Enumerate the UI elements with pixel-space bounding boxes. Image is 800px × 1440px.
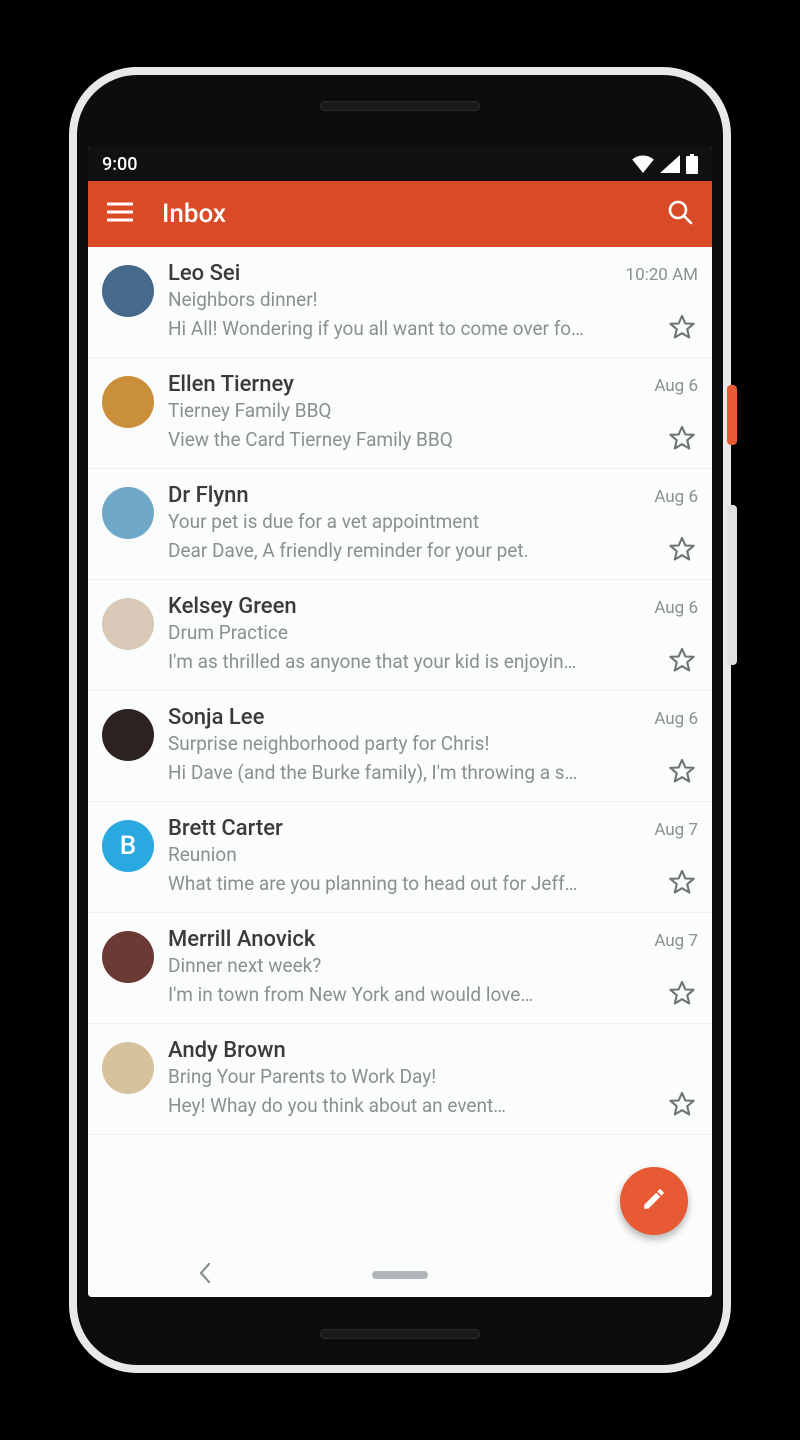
email-body: Brett Carter Aug 7 Reunion What time are yo… xyxy=(168,816,698,898)
star-outline-icon xyxy=(668,326,696,345)
email-sender: Sonja Lee xyxy=(168,705,644,730)
email-time: 10:20 AM xyxy=(626,265,698,285)
email-subject: Reunion xyxy=(168,843,698,866)
email-time: Aug 6 xyxy=(654,487,698,507)
avatar xyxy=(102,265,154,317)
avatar xyxy=(102,487,154,539)
hamburger-icon xyxy=(107,202,133,226)
email-body: Andy BrownBring Your Parents to Work Day… xyxy=(168,1038,698,1120)
email-body: Kelsey Green Aug 6 Drum Practice I'm as thr… xyxy=(168,594,698,676)
system-nav-bar xyxy=(88,1253,712,1297)
wifi-icon xyxy=(632,155,654,173)
star-button[interactable] xyxy=(668,535,698,565)
email-body: Dr Flynn Aug 6 Your pet is due for a vet a… xyxy=(168,483,698,565)
email-item[interactable]: Sonja Lee Aug 6 Surprise neighborhood part… xyxy=(88,691,712,802)
screen: 9:00 xyxy=(88,147,712,1297)
email-item[interactable]: B Brett Carter Aug 7 Reunion What time are y… xyxy=(88,802,712,913)
email-subject: Bring Your Parents to Work Day! xyxy=(168,1065,698,1088)
battery-icon xyxy=(686,154,698,174)
star-outline-icon xyxy=(668,770,696,789)
email-subject: Neighbors dinner! xyxy=(168,288,698,311)
email-item[interactable]: Kelsey Green Aug 6 Drum Practice I'm as thr… xyxy=(88,580,712,691)
avatar xyxy=(102,1042,154,1094)
email-subject: Surprise neighborhood party for Chris! xyxy=(168,732,698,755)
star-button[interactable] xyxy=(668,868,698,898)
app-bar-title: Inbox xyxy=(162,199,638,229)
email-snippet: Hi Dave (and the Burke family), I'm thro… xyxy=(168,761,660,784)
phone-power-button xyxy=(727,385,737,445)
star-button[interactable] xyxy=(668,1090,698,1120)
email-item[interactable]: Ellen Tierney Aug 6 Tierney Family BBQ View… xyxy=(88,358,712,469)
star-button[interactable] xyxy=(668,646,698,676)
search-icon xyxy=(667,199,693,229)
star-outline-icon xyxy=(668,1103,696,1122)
email-snippet: View the Card Tierney Family BBQ xyxy=(168,428,660,451)
email-subject: Dinner next week? xyxy=(168,954,698,977)
phone-frame: 9:00 xyxy=(69,67,731,1373)
email-snippet: I'm as thrilled as anyone that your kid … xyxy=(168,650,660,673)
star-outline-icon xyxy=(668,881,696,900)
menu-button[interactable] xyxy=(106,200,134,228)
email-sender: Brett Carter xyxy=(168,816,644,841)
phone-speaker-bottom xyxy=(320,1329,480,1339)
compose-button[interactable] xyxy=(620,1167,688,1235)
chevron-left-icon xyxy=(198,1269,212,1288)
email-snippet: Hey! Whay do you think about an event… xyxy=(168,1094,660,1117)
star-button[interactable] xyxy=(668,313,698,343)
phone-volume-button xyxy=(727,505,737,665)
email-snippet: Hi All! Wondering if you all want to com… xyxy=(168,317,660,340)
email-time: Aug 7 xyxy=(654,931,698,951)
star-outline-icon xyxy=(668,548,696,567)
star-button[interactable] xyxy=(668,757,698,787)
email-item[interactable]: Merrill Anovick Aug 7 Dinner next week? I'm… xyxy=(88,913,712,1024)
status-bar: 9:00 xyxy=(88,147,712,181)
email-subject: Your pet is due for a vet appointment xyxy=(168,510,698,533)
email-item[interactable]: Dr Flynn Aug 6 Your pet is due for a vet a… xyxy=(88,469,712,580)
app-bar: Inbox xyxy=(88,181,712,247)
email-body: Merrill Anovick Aug 7 Dinner next week? I'm… xyxy=(168,927,698,1009)
email-item[interactable]: Andy BrownBring Your Parents to Work Day… xyxy=(88,1024,712,1135)
avatar xyxy=(102,598,154,650)
email-subject: Tierney Family BBQ xyxy=(168,399,698,422)
email-subject: Drum Practice xyxy=(168,621,698,644)
email-time: Aug 6 xyxy=(654,598,698,618)
avatar xyxy=(102,709,154,761)
email-body: Sonja Lee Aug 6 Surprise neighborhood part… xyxy=(168,705,698,787)
email-body: Leo Sei 10:20 AM Neighbors dinner! Hi All! … xyxy=(168,261,698,343)
email-snippet: I'm in town from New York and would love… xyxy=(168,983,660,1006)
star-outline-icon xyxy=(668,437,696,456)
phone-speaker-top xyxy=(320,101,480,111)
email-sender: Dr Flynn xyxy=(168,483,644,508)
email-list[interactable]: Leo Sei 10:20 AM Neighbors dinner! Hi All! … xyxy=(88,247,712,1253)
status-icons xyxy=(632,154,698,174)
home-button[interactable] xyxy=(372,1271,428,1279)
email-sender: Andy Brown xyxy=(168,1038,688,1063)
email-sender: Leo Sei xyxy=(168,261,616,286)
email-time: Aug 6 xyxy=(654,709,698,729)
avatar: B xyxy=(102,820,154,872)
status-time: 9:00 xyxy=(102,154,137,175)
email-sender: Ellen Tierney xyxy=(168,372,644,397)
star-outline-icon xyxy=(668,992,696,1011)
email-time: Aug 7 xyxy=(654,820,698,840)
email-sender: Merrill Anovick xyxy=(168,927,644,952)
email-item[interactable]: Leo Sei 10:20 AM Neighbors dinner! Hi All! … xyxy=(88,247,712,358)
email-snippet: Dear Dave, A friendly reminder for your … xyxy=(168,539,660,562)
avatar xyxy=(102,931,154,983)
email-sender: Kelsey Green xyxy=(168,594,644,619)
avatar xyxy=(102,376,154,428)
email-snippet: What time are you planning to head out f… xyxy=(168,872,660,895)
back-button[interactable] xyxy=(198,1262,212,1288)
email-time: Aug 6 xyxy=(654,376,698,396)
star-button[interactable] xyxy=(668,979,698,1009)
search-button[interactable] xyxy=(666,200,694,228)
star-button[interactable] xyxy=(668,424,698,454)
email-body: Ellen Tierney Aug 6 Tierney Family BBQ View… xyxy=(168,372,698,454)
cellular-icon xyxy=(660,155,680,173)
pencil-icon xyxy=(641,1186,667,1216)
star-outline-icon xyxy=(668,659,696,678)
